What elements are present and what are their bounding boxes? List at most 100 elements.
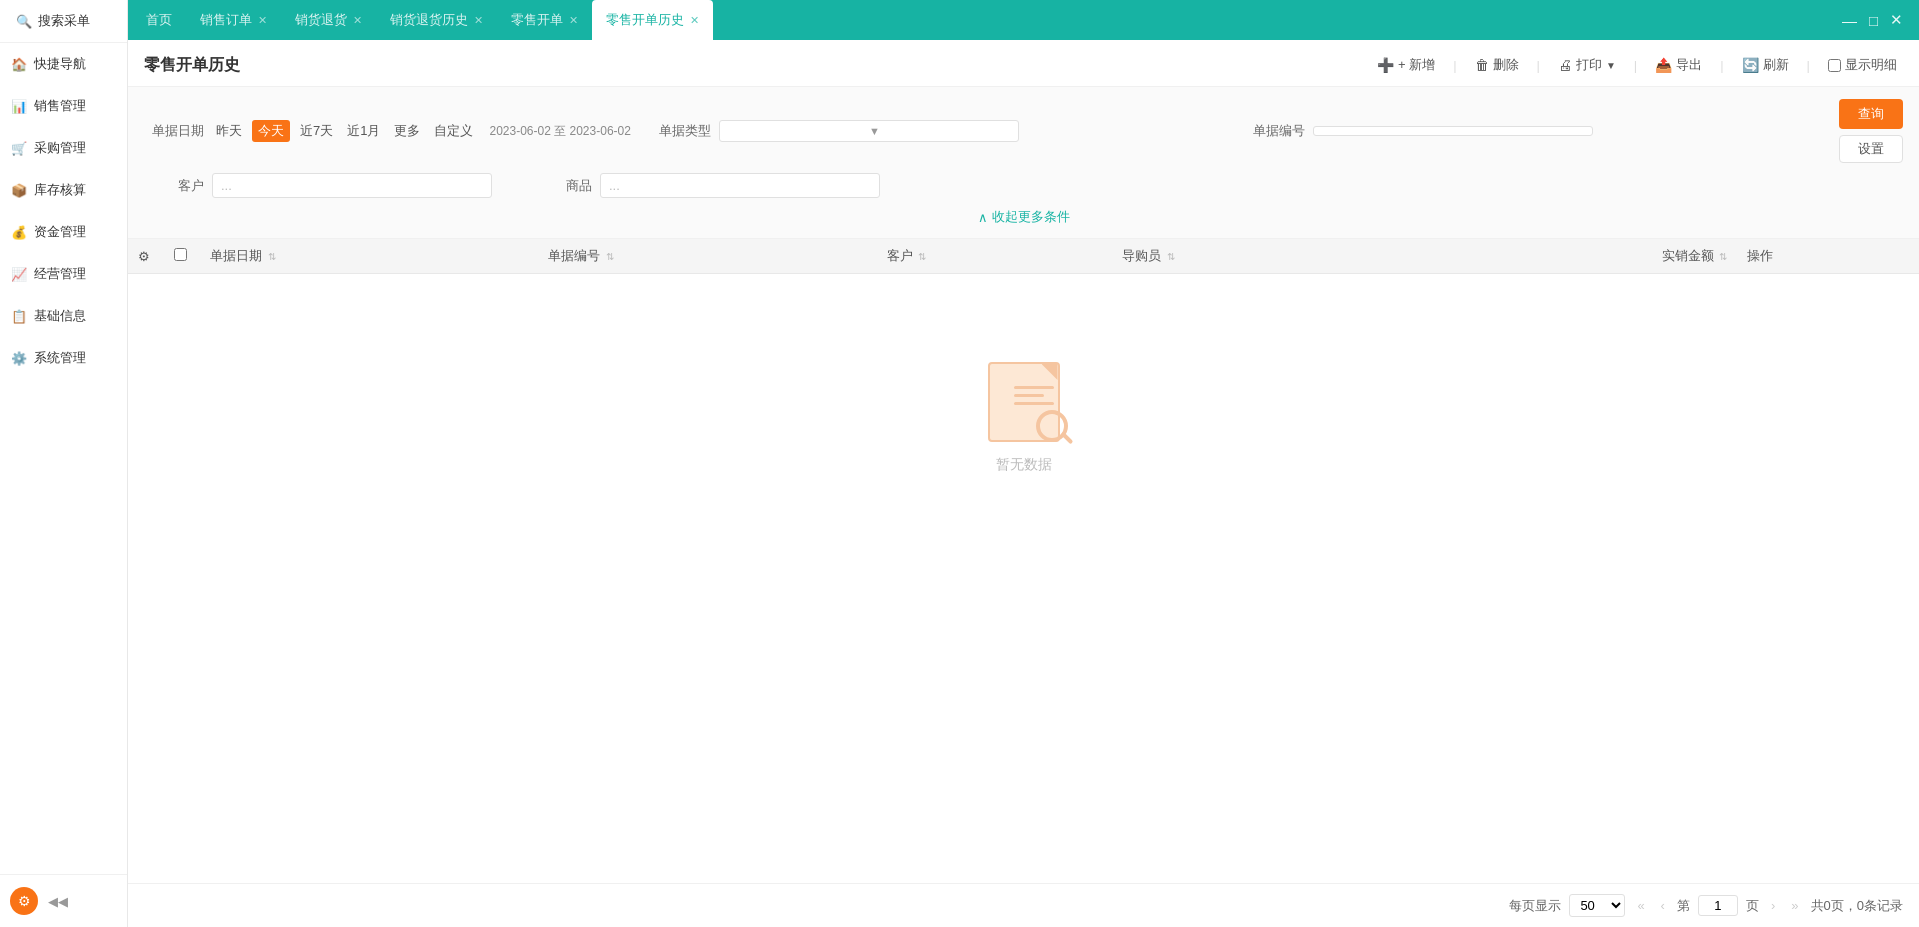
add-label: + 新增: [1398, 56, 1435, 74]
tab-label-sales-return-history: 销货退货历史: [390, 11, 468, 29]
date-opt-近7天[interactable]: 近7天: [296, 120, 337, 142]
divider5: |: [1807, 58, 1810, 73]
next-page-button[interactable]: ›: [1767, 896, 1779, 915]
empty-state: 暂无数据: [128, 274, 1919, 554]
customer-input[interactable]: ...: [212, 173, 492, 198]
total-info: 共0页，0条记录: [1811, 897, 1903, 915]
table-settings-col[interactable]: ⚙: [128, 239, 164, 274]
tab-close-sales-return-history[interactable]: ✕: [474, 14, 483, 27]
tab-close-retail-open-history[interactable]: ✕: [690, 14, 699, 27]
delete-icon: 🗑: [1475, 57, 1489, 73]
col-amount[interactable]: 实销金额 ⇅: [1399, 239, 1737, 274]
print-button[interactable]: 🖨 打印 ▼: [1552, 52, 1622, 78]
product-placeholder: ...: [609, 178, 620, 193]
sidebar-item-quick-nav[interactable]: 🏠快捷导航: [0, 43, 127, 85]
settings-button[interactable]: 设置: [1839, 135, 1903, 163]
tab-close-retail-open[interactable]: ✕: [569, 14, 578, 27]
tab-sales-order[interactable]: 销售订单✕: [186, 0, 281, 40]
salesperson-sort-icon: ⇅: [1167, 251, 1175, 262]
settings-gear-button[interactable]: ⚙: [10, 887, 38, 915]
display-detail-button[interactable]: 显示明细: [1822, 52, 1903, 78]
query-button[interactable]: 查询: [1839, 99, 1903, 129]
sidebar-icon-finance-mgmt: 💰: [10, 223, 28, 241]
sidebar-collapse-button[interactable]: ◀◀: [48, 894, 68, 909]
date-opt-昨天[interactable]: 昨天: [212, 120, 246, 142]
export-button[interactable]: 📤 导出: [1649, 52, 1708, 78]
select-all-checkbox[interactable]: [174, 248, 187, 261]
delete-button[interactable]: 🗑 删除: [1469, 52, 1525, 78]
per-page-select[interactable]: 102050100: [1569, 894, 1625, 917]
date-opt-近1月[interactable]: 近1月: [343, 120, 384, 142]
empty-text: 暂无数据: [996, 456, 1052, 474]
sidebar-label-inventory: 库存核算: [34, 181, 86, 199]
page-input[interactable]: [1698, 895, 1738, 916]
tab-close-sales-order[interactable]: ✕: [258, 14, 267, 27]
first-page-button[interactable]: «: [1633, 896, 1648, 915]
last-page-button[interactable]: »: [1787, 896, 1802, 915]
window-minimize-button[interactable]: —: [1842, 12, 1857, 29]
tab-label-home: 首页: [146, 11, 172, 29]
table-header-row: ⚙ 单据日期 ⇅ 单据编号 ⇅ 客户 ⇅ 导购员 ⇅ 实销金额 ⇅ 操作: [128, 239, 1919, 274]
collapse-more-button[interactable]: ∧ 收起更多条件: [144, 208, 1903, 226]
no-sort-icon: ⇅: [606, 251, 614, 262]
tab-label-retail-open-history: 零售开单历史: [606, 11, 684, 29]
export-icon: 📤: [1655, 57, 1672, 73]
add-icon: ➕: [1377, 57, 1394, 73]
sidebar-label-finance-mgmt: 资金管理: [34, 223, 86, 241]
filter-area: 单据日期 昨天今天近7天近1月更多自定义 2023-06-02 至 2023-0…: [128, 87, 1919, 239]
tab-sales-return-history[interactable]: 销货退货历史 ✕: [376, 0, 497, 40]
doc-type-label: 单据类型: [651, 122, 711, 140]
sidebar-item-operation-mgmt[interactable]: 📈经营管理: [0, 253, 127, 295]
sidebar-item-basic-info[interactable]: 📋基础信息: [0, 295, 127, 337]
tab-retail-open[interactable]: 零售开单 ✕: [497, 0, 592, 40]
divider1: |: [1453, 58, 1456, 73]
sidebar: 🔍 搜索采单 🏠快捷导航 📊 销售管理 🛒采购管理📦库存核算 💰 资金管理 📈经营管理📋基础…: [0, 0, 128, 927]
date-opt-自定义[interactable]: 自定义: [430, 120, 477, 142]
print-label: 打印: [1576, 56, 1602, 74]
date-opt-更多[interactable]: 更多: [390, 120, 424, 142]
tab-sales-return[interactable]: 销货退货✕: [281, 0, 376, 40]
prev-page-button[interactable]: ‹: [1657, 896, 1669, 915]
sidebar-item-inventory[interactable]: 📦库存核算: [0, 169, 127, 211]
sidebar-label-purchase-mgmt: 采购管理: [34, 139, 86, 157]
sidebar-item-finance-mgmt[interactable]: 💰 资金管理: [0, 211, 127, 253]
empty-illustration: [974, 354, 1074, 444]
chevron-up-icon: ∧: [978, 210, 988, 225]
doc-line-2: [1014, 394, 1044, 397]
col-customer[interactable]: 客户 ⇅: [877, 239, 1113, 274]
product-input[interactable]: ...: [600, 173, 880, 198]
sidebar-label-sales-mgmt: 销售管理: [34, 97, 86, 115]
export-label: 导出: [1676, 56, 1702, 74]
display-detail-checkbox[interactable]: [1828, 59, 1841, 72]
refresh-button[interactable]: 🔄 刷新: [1736, 52, 1795, 78]
tab-retail-open-history[interactable]: 零售开单历史 ✕: [592, 0, 713, 40]
sidebar-item-purchase-mgmt[interactable]: 🛒采购管理: [0, 127, 127, 169]
sidebar-label-quick-nav: 快捷导航: [34, 55, 86, 73]
doc-no-input[interactable]: [1313, 126, 1593, 136]
tab-close-sales-return[interactable]: ✕: [353, 14, 362, 27]
date-opt-今天[interactable]: 今天: [252, 120, 290, 142]
sidebar-search[interactable]: 🔍 搜索采单: [0, 0, 127, 43]
table-checkbox-col[interactable]: [164, 239, 200, 274]
sidebar-icon-basic-info: 📋: [10, 307, 28, 325]
date-filter-label: 单据日期: [144, 122, 204, 140]
window-close-button[interactable]: ✕: [1890, 11, 1903, 29]
tab-bar-right: — □ ✕: [1842, 11, 1915, 29]
divider4: |: [1720, 58, 1723, 73]
sidebar-item-system-mgmt[interactable]: ⚙️系统管理: [0, 337, 127, 379]
page-word: 第: [1677, 897, 1690, 915]
doc-type-select[interactable]: ▼: [719, 120, 1019, 142]
sidebar-item-sales-mgmt[interactable]: 📊 销售管理: [0, 85, 127, 127]
add-button[interactable]: ➕ + 新增: [1371, 52, 1441, 78]
tab-home[interactable]: 首页: [132, 0, 186, 40]
col-date[interactable]: 单据日期 ⇅: [200, 239, 538, 274]
col-action: 操作: [1737, 239, 1919, 274]
window-maximize-button[interactable]: □: [1869, 12, 1878, 29]
col-no[interactable]: 单据编号 ⇅: [538, 239, 876, 274]
sidebar-icon-sales-mgmt: 📊: [10, 97, 28, 115]
tab-label-retail-open: 零售开单: [511, 11, 563, 29]
doc-line-1: [1014, 386, 1054, 389]
col-salesperson[interactable]: 导购员 ⇅: [1112, 239, 1399, 274]
doc-no-label: 单据编号: [1245, 122, 1305, 140]
sidebar-bottom: ⚙ ◀◀: [0, 874, 127, 927]
